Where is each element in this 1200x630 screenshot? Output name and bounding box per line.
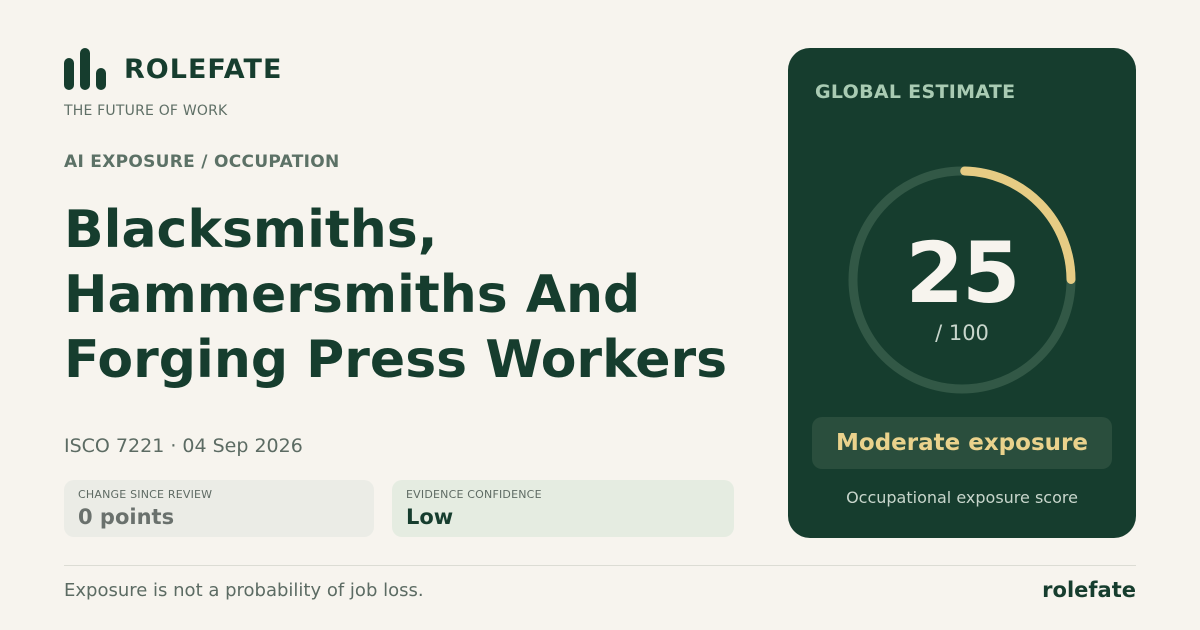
confidence-stat: EVIDENCE CONFIDENCE Low xyxy=(392,480,734,537)
footer-divider xyxy=(64,565,1136,566)
change-stat-label: CHANGE SINCE REVIEW xyxy=(78,488,213,501)
score-value: 25 xyxy=(905,224,1021,322)
occupation-meta: ISCO 7221 · 04 Sep 2026 xyxy=(64,435,303,457)
confidence-stat-value: Low xyxy=(406,505,454,529)
share-card: ROLEFATE THE FUTURE OF WORK AI EXPOSURE … xyxy=(0,0,1200,630)
score-caption: Occupational exposure score xyxy=(846,488,1078,507)
change-stat: CHANGE SINCE REVIEW 0 points xyxy=(64,480,374,537)
brand-name: ROLEFATE xyxy=(124,53,283,85)
score-card: GLOBAL ESTIMATE 25 / 100 Moderate exposu… xyxy=(788,48,1136,538)
brand-tagline: THE FUTURE OF WORK xyxy=(64,103,228,119)
exposure-level-badge: Moderate exposure xyxy=(812,417,1112,469)
score-gauge: 25 / 100 xyxy=(837,155,1087,405)
footer-brand: rolefate xyxy=(1042,578,1136,602)
score-max: / 100 xyxy=(935,321,989,345)
score-card-title: GLOBAL ESTIMATE xyxy=(815,81,1016,103)
occupation-title: Blacksmiths, Hammersmiths And Forging Pr… xyxy=(64,200,728,390)
confidence-stat-label: EVIDENCE CONFIDENCE xyxy=(406,488,542,501)
change-stat-value: 0 points xyxy=(78,505,175,529)
brand: ROLEFATE xyxy=(64,48,282,90)
category-label: AI EXPOSURE / OCCUPATION xyxy=(64,152,340,172)
bar-chart-icon xyxy=(64,48,106,90)
disclaimer: Exposure is not a probability of job los… xyxy=(64,580,424,601)
